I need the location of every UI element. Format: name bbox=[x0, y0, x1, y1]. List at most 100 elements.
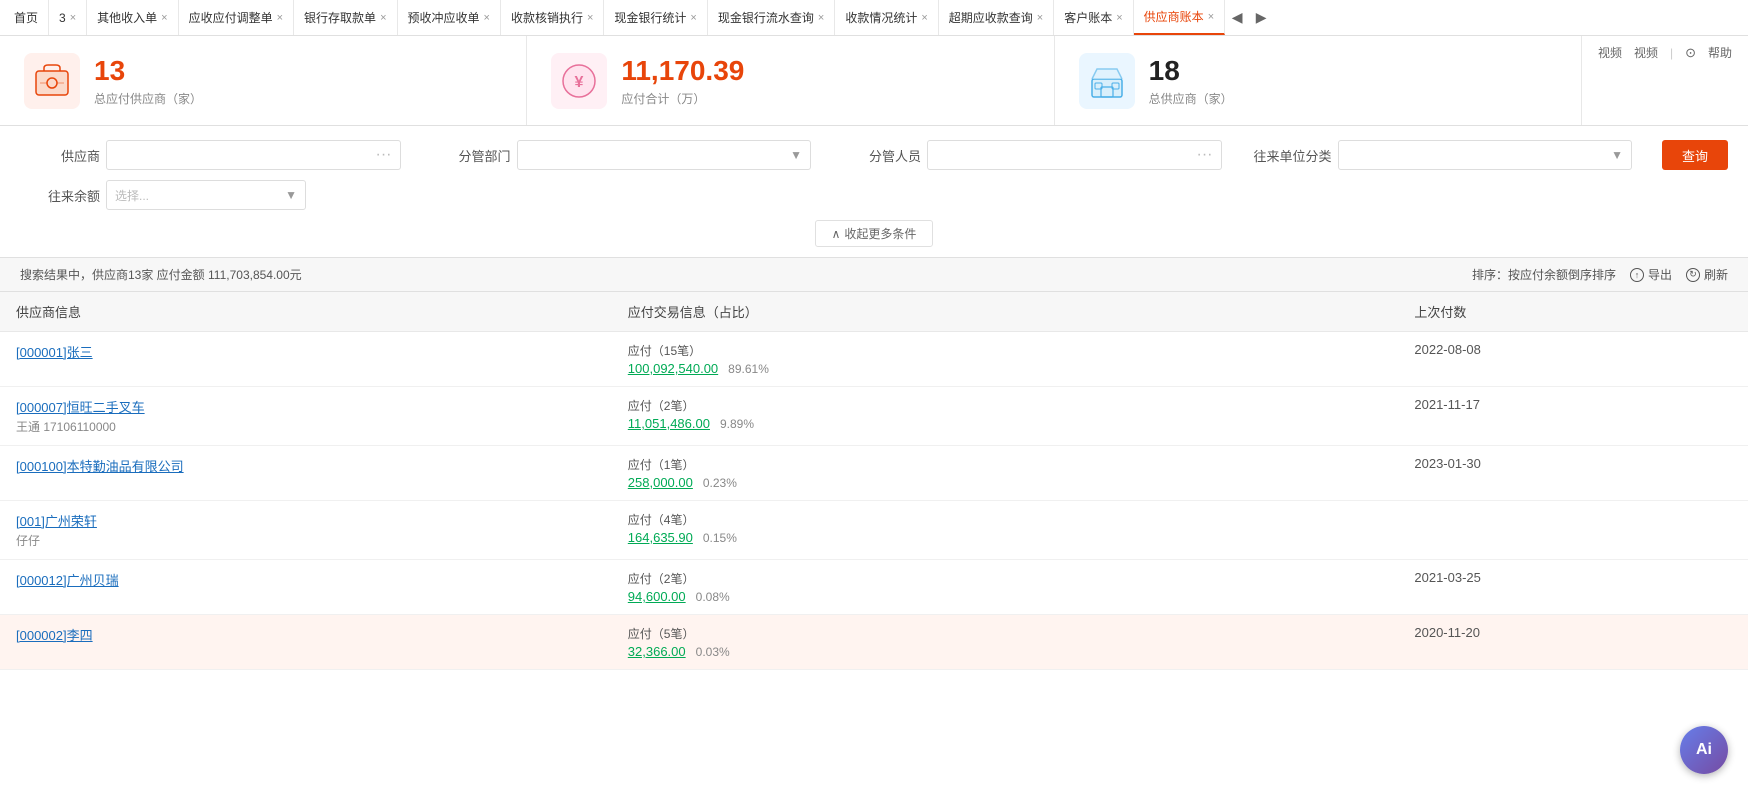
close-tab-supplier-account[interactable]: × bbox=[1208, 11, 1214, 23]
nav-tab-collect-stat[interactable]: 收款情况统计 × bbox=[835, 0, 938, 35]
nav-right-arrow[interactable]: ▶ bbox=[1249, 0, 1273, 35]
close-tab-prepay[interactable]: × bbox=[484, 12, 490, 24]
supplier-sub-info-1: 王通 17106110000 bbox=[16, 420, 116, 434]
dept-filter-label: 分管部门 bbox=[431, 146, 511, 165]
supplier-link-3[interactable]: [001]广州荣轩 bbox=[16, 511, 596, 530]
nav-tab-prepay[interactable]: 预收冲应收单 × bbox=[398, 0, 501, 35]
nav-left-arrow[interactable]: ◀ bbox=[1225, 0, 1249, 35]
balance-filter-placeholder: 选择... bbox=[115, 187, 149, 204]
balance-filter-label: 往来余额 bbox=[20, 186, 100, 205]
close-tab-customer-account[interactable]: × bbox=[1116, 12, 1122, 24]
table-row: [000001]张三应付（15笔）100,092,540.0089.61%202… bbox=[0, 332, 1748, 387]
tx-label-5: 应付（5笔） bbox=[628, 625, 1383, 642]
summary-card-total-suppliers: 18 总供应商（家） bbox=[1055, 36, 1582, 125]
filter-dept: 分管部门 ▼ bbox=[431, 140, 812, 170]
last-payment-cell-1: 2021-11-17 bbox=[1398, 387, 1748, 446]
refresh-link[interactable]: ↻ 刷新 bbox=[1686, 266, 1728, 283]
table-row: [001]广州荣轩仔仔应付（4笔）164,635.900.15% bbox=[0, 501, 1748, 560]
nav-tab-overdue-label: 超期应收款查询 bbox=[949, 9, 1033, 26]
close-tab-collect-stat[interactable]: × bbox=[921, 12, 927, 24]
supplier-cell-4: [000012]广州贝瑞 bbox=[0, 560, 612, 615]
nav-tab-cash-bank-flow[interactable]: 现金银行流水查询 × bbox=[708, 0, 835, 35]
tx-amount-1[interactable]: 11,051,486.00 bbox=[628, 416, 710, 431]
export-link[interactable]: ↑ 导出 bbox=[1630, 266, 1672, 283]
nav-tab-ar-adjust[interactable]: 应收应付调整单 × bbox=[179, 0, 294, 35]
summary-content-total-suppliers: 18 总供应商（家） bbox=[1149, 54, 1233, 107]
close-tab-ar-adjust[interactable]: × bbox=[277, 12, 283, 24]
close-tab-overdue[interactable]: × bbox=[1037, 12, 1043, 24]
nav-tab-receipt-check[interactable]: 收款核销执行 × bbox=[501, 0, 604, 35]
filter-row-1: 供应商 ··· 分管部门 ▼ 分管人员 bbox=[20, 140, 1728, 170]
tx-cell-0: 应付（15笔）100,092,540.0089.61% bbox=[612, 332, 1399, 387]
supplier-link-4[interactable]: [000012]广州贝瑞 bbox=[16, 570, 596, 589]
supplier-sub-info-3: 仔仔 bbox=[16, 534, 40, 548]
filter-unit-type: 往来单位分类 ▼ bbox=[1252, 140, 1633, 170]
nav-tab-customer-account[interactable]: 客户账本 × bbox=[1054, 0, 1133, 35]
supplier-filter-input[interactable] bbox=[115, 148, 376, 162]
tx-label-4: 应付（2笔） bbox=[628, 570, 1383, 587]
payable-total-label: 应付合计（万） bbox=[621, 90, 744, 107]
close-tab-3[interactable]: × bbox=[70, 12, 76, 24]
tx-amount-5[interactable]: 32,366.00 bbox=[628, 644, 686, 659]
close-tab-cash-bank-stat[interactable]: × bbox=[690, 12, 696, 24]
nav-tab-supplier-account[interactable]: 供应商账本 × bbox=[1134, 0, 1225, 35]
video-link[interactable]: 视频 bbox=[1598, 44, 1622, 61]
payable-total-number: 11,170.39 bbox=[621, 54, 744, 88]
table-row: [000100]本特勤油品有限公司应付（1笔）258,000.000.23%20… bbox=[0, 446, 1748, 501]
unit-type-filter-select[interactable]: ▼ bbox=[1338, 140, 1633, 170]
person-filter-input-wrap[interactable]: ··· bbox=[927, 140, 1222, 170]
supplier-filter-input-wrap[interactable]: ··· bbox=[106, 140, 401, 170]
refresh-label: 刷新 bbox=[1704, 266, 1728, 283]
nav-tab-overdue[interactable]: 超期应收款查询 × bbox=[939, 0, 1054, 35]
supplier-cell-2: [000100]本特勤油品有限公司 bbox=[0, 446, 612, 501]
tx-amount-0[interactable]: 100,092,540.00 bbox=[628, 361, 718, 376]
tx-amount-3[interactable]: 164,635.90 bbox=[628, 530, 693, 545]
nav-tab-other-income[interactable]: 其他收入单 × bbox=[87, 0, 178, 35]
table-row: [000012]广州贝瑞应付（2笔）94,600.000.08%2021-03-… bbox=[0, 560, 1748, 615]
sort-label[interactable]: 排序：按应付余额倒序排序 bbox=[1472, 266, 1616, 283]
tx-cell-5: 应付（5笔）32,366.000.03% bbox=[612, 615, 1399, 670]
person-filter-dots-icon[interactable]: ··· bbox=[1197, 146, 1213, 164]
tx-amount-4[interactable]: 94,600.00 bbox=[628, 589, 686, 604]
person-filter-label: 分管人员 bbox=[841, 146, 921, 165]
nav-tab-bank-deposit[interactable]: 银行存取款单 × bbox=[294, 0, 397, 35]
supplier-link-0[interactable]: [000001]张三 bbox=[16, 342, 596, 361]
person-filter-input[interactable] bbox=[936, 148, 1197, 162]
tx-cell-2: 应付（1笔）258,000.000.23% bbox=[612, 446, 1399, 501]
close-tab-other-income[interactable]: × bbox=[161, 12, 167, 24]
th-last-payment: 上次付数 bbox=[1398, 292, 1748, 332]
close-tab-cash-bank-flow[interactable]: × bbox=[818, 12, 824, 24]
ai-button[interactable]: Ai bbox=[1680, 726, 1728, 774]
supplier-cell-3: [001]广州荣轩仔仔 bbox=[0, 501, 612, 560]
filter-supplier: 供应商 ··· bbox=[20, 140, 401, 170]
close-tab-receipt-check[interactable]: × bbox=[587, 12, 593, 24]
tx-label-0: 应付（15笔） bbox=[628, 342, 1383, 359]
collapse-filter-button[interactable]: ∧ 收起更多条件 bbox=[815, 220, 934, 247]
help-text[interactable]: 帮助 bbox=[1708, 44, 1732, 61]
tx-pct-1: 9.89% bbox=[720, 417, 754, 431]
supplier-link-2[interactable]: [000100]本特勤油品有限公司 bbox=[16, 456, 596, 475]
nav-tab-cash-bank-stat[interactable]: 现金银行统计 × bbox=[604, 0, 707, 35]
tx-cell-1: 应付（2笔）11,051,486.009.89% bbox=[612, 387, 1399, 446]
video-text[interactable]: 视频 bbox=[1634, 44, 1658, 61]
tx-pct-2: 0.23% bbox=[703, 476, 737, 490]
supplier-filter-dots-icon[interactable]: ··· bbox=[376, 146, 392, 164]
close-tab-bank-deposit[interactable]: × bbox=[380, 12, 386, 24]
last-payment-cell-2: 2023-01-30 bbox=[1398, 446, 1748, 501]
supplier-link-5[interactable]: [000002]李四 bbox=[16, 625, 596, 644]
nav-tab-ar-adjust-label: 应收应付调整单 bbox=[189, 9, 273, 26]
ai-button-label: Ai bbox=[1696, 741, 1712, 759]
nav-tab-bank-deposit-label: 银行存取款单 bbox=[304, 9, 376, 26]
nav-tab-home-label: 首页 bbox=[14, 9, 38, 26]
nav-tab-customer-account-label: 客户账本 bbox=[1064, 9, 1112, 26]
nav-tab-3-label: 3 bbox=[59, 11, 66, 25]
unit-type-filter-arrow-icon: ▼ bbox=[1611, 148, 1623, 162]
balance-filter-select[interactable]: 选择... ▼ bbox=[106, 180, 306, 210]
nav-tab-cash-bank-stat-label: 现金银行统计 bbox=[614, 9, 686, 26]
nav-tab-home[interactable]: 首页 bbox=[4, 0, 49, 35]
dept-filter-select[interactable]: ▼ bbox=[517, 140, 812, 170]
supplier-link-1[interactable]: [000007]恒旺二手叉车 bbox=[16, 397, 596, 416]
query-button[interactable]: 查询 bbox=[1662, 140, 1728, 170]
nav-tab-3[interactable]: 3 × bbox=[49, 0, 87, 35]
tx-amount-2[interactable]: 258,000.00 bbox=[628, 475, 693, 490]
